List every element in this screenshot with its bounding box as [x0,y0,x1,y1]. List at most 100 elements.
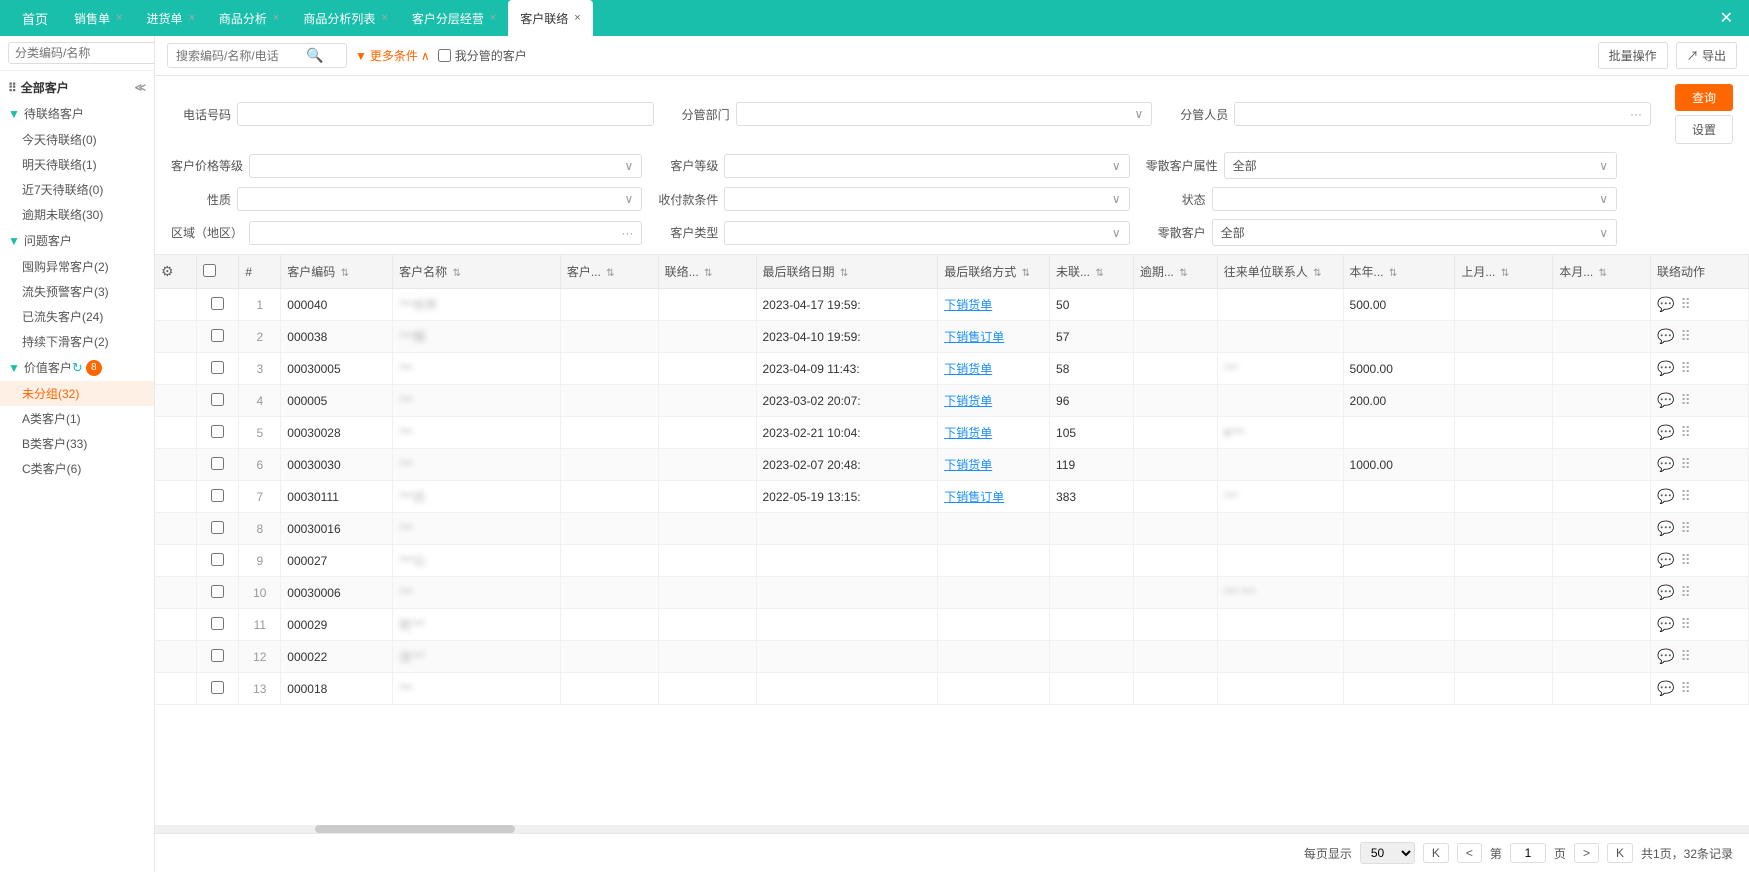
nav-home[interactable]: 首页 [8,0,62,36]
cell-check[interactable] [197,321,239,353]
grid-action-icon[interactable]: ⠿ [1680,456,1690,473]
sidebar-group-problem-header[interactable]: ▼ 问题客户 [0,227,154,254]
grid-action-icon[interactable]: ⠿ [1680,328,1690,345]
nav-tab-customer-mgmt[interactable]: 客户分层经营 × [400,0,508,36]
prev-page-btn[interactable]: < [1457,843,1482,863]
grid-action-icon[interactable]: ⠿ [1680,552,1690,569]
col-thismonth-header[interactable]: 本月... ⇅ [1553,255,1651,289]
sidebar-search-input[interactable] [8,42,155,64]
col-colleague-header[interactable]: 往来单位联系人 ⇅ [1217,255,1343,289]
per-page-select[interactable]: 50 100 200 [1360,842,1415,864]
sidebar-item-tomorrow[interactable]: 明天待联络(1) [0,152,154,177]
sidebar-group-value-header[interactable]: ▼ 价值客户 ↻ 8 [0,354,154,381]
grid-action-icon[interactable]: ⠿ [1680,424,1690,441]
grid-action-icon[interactable]: ⠿ [1680,584,1690,601]
col-uncontact-header[interactable]: 未联... ⇅ [1050,255,1134,289]
sidebar-item-churn-warning[interactable]: 流失预警客户(3) [0,279,154,304]
filter-price-select[interactable]: ∨ [249,154,642,178]
cell-check[interactable] [197,577,239,609]
batch-ops-btn[interactable]: 批量操作 [1598,42,1668,69]
chat-icon[interactable]: 💬 [1657,616,1674,633]
cell-lastway[interactable]: 下销货单 [938,353,1050,385]
scrollbar-thumb[interactable] [315,825,515,833]
sort-lastdate-icon[interactable]: ⇅ [840,268,848,279]
window-close[interactable]: ✕ [1712,8,1741,28]
sort-contact-icon[interactable]: ⇅ [704,268,712,279]
sidebar-item-hoarding[interactable]: 囤购异常客户(2) [0,254,154,279]
sort-lastmonth-icon[interactable]: ⇅ [1501,268,1509,279]
close-analysis-tab[interactable]: × [273,12,279,24]
col-contact-header[interactable]: 联络... ⇅ [658,255,756,289]
chat-icon[interactable]: 💬 [1657,392,1674,409]
query-btn[interactable]: 查询 [1675,84,1733,111]
cell-check[interactable] [197,353,239,385]
close-sales-tab[interactable]: × [116,12,122,24]
row-checkbox[interactable] [211,329,224,342]
main-search-input[interactable] [176,49,306,63]
sidebar-group-pending-header[interactable]: ▼ 待联络客户 [0,100,154,127]
settings-gear-icon[interactable]: ⚙ [161,263,174,279]
row-checkbox[interactable] [211,393,224,406]
cell-lastway[interactable]: 下销售订单 [938,481,1050,513]
cell-check[interactable] [197,641,239,673]
col-code-header[interactable]: 客户编码 ⇅ [281,255,393,289]
sidebar-item-7days[interactable]: 近7天待联络(0) [0,177,154,202]
nav-tab-customer-contact[interactable]: 客户联络 × [508,0,592,36]
sidebar-all-customers[interactable]: ⠿ 全部客户 ≪ [0,71,154,100]
row-checkbox[interactable] [211,521,224,534]
sidebar-item-class-a[interactable]: A类客户(1) [0,406,154,431]
chat-icon[interactable]: 💬 [1657,456,1674,473]
sort-name-icon[interactable]: ⇅ [452,268,460,279]
cell-check[interactable] [197,449,239,481]
grid-action-icon[interactable]: ⠿ [1680,520,1690,537]
grid-action-icon[interactable]: ⠿ [1680,648,1690,665]
cell-lastway[interactable]: 下销货单 [938,449,1050,481]
row-checkbox[interactable] [211,489,224,502]
chat-icon[interactable]: 💬 [1657,424,1674,441]
cell-check[interactable] [197,289,239,321]
sort-thismonth-icon[interactable]: ⇅ [1599,268,1607,279]
collapse-icon[interactable]: ≪ [134,81,146,94]
cell-check[interactable] [197,673,239,705]
col-thisyear-header[interactable]: 本年... ⇅ [1343,255,1455,289]
cell-check[interactable] [197,417,239,449]
grid-action-icon[interactable]: ⠿ [1680,392,1690,409]
row-checkbox[interactable] [211,649,224,662]
cell-check[interactable] [197,609,239,641]
sidebar-item-overdue[interactable]: 逾期未联络(30) [0,202,154,227]
first-page-btn[interactable]: K [1423,843,1449,863]
chat-icon[interactable]: 💬 [1657,360,1674,377]
cell-lastway[interactable] [938,577,1050,609]
chat-icon[interactable]: 💬 [1657,680,1674,697]
chat-icon[interactable]: 💬 [1657,552,1674,569]
close-customer-contact-tab[interactable]: × [574,12,580,24]
sort-overdue-icon[interactable]: ⇅ [1179,268,1187,279]
filter-retail-customer-select[interactable]: 全部 ∨ [1212,219,1617,246]
more-conditions-btn[interactable]: ▼ 更多条件 ∧ [355,47,430,64]
row-checkbox[interactable] [211,585,224,598]
row-checkbox[interactable] [211,553,224,566]
cell-lastway[interactable]: 下销售订单 [938,321,1050,353]
filter-status-select[interactable]: ∨ [1212,187,1617,211]
sort-lastway-icon[interactable]: ⇅ [1022,268,1030,279]
sidebar-item-ungroup[interactable]: 未分组(32) [0,381,154,406]
chat-icon[interactable]: 💬 [1657,648,1674,665]
filter-dept-select[interactable]: ∨ [736,102,1153,126]
filter-nature-select[interactable]: ∨ [237,187,642,211]
grid-action-icon[interactable]: ⠿ [1680,296,1690,313]
row-checkbox[interactable] [211,457,224,470]
row-checkbox[interactable] [211,297,224,310]
sort-type-icon[interactable]: ⇅ [606,268,614,279]
cell-lastway[interactable]: 下销货单 [938,385,1050,417]
sidebar-item-class-c[interactable]: C类客户(6) [0,456,154,481]
cell-lastway[interactable] [938,641,1050,673]
col-lastmonth-header[interactable]: 上月... ⇅ [1455,255,1553,289]
sidebar-item-declining[interactable]: 持续下滑客户(2) [0,329,154,354]
filter-manager-select[interactable]: ··· [1234,102,1651,126]
sort-code-icon[interactable]: ⇅ [341,268,349,279]
filter-phone-input[interactable] [237,102,654,126]
select-all-checkbox[interactable] [203,264,216,277]
grid-action-icon[interactable]: ⠿ [1680,360,1690,377]
col-name-header[interactable]: 客户名称 ⇅ [393,255,561,289]
close-analysis-list-tab[interactable]: × [381,12,387,24]
